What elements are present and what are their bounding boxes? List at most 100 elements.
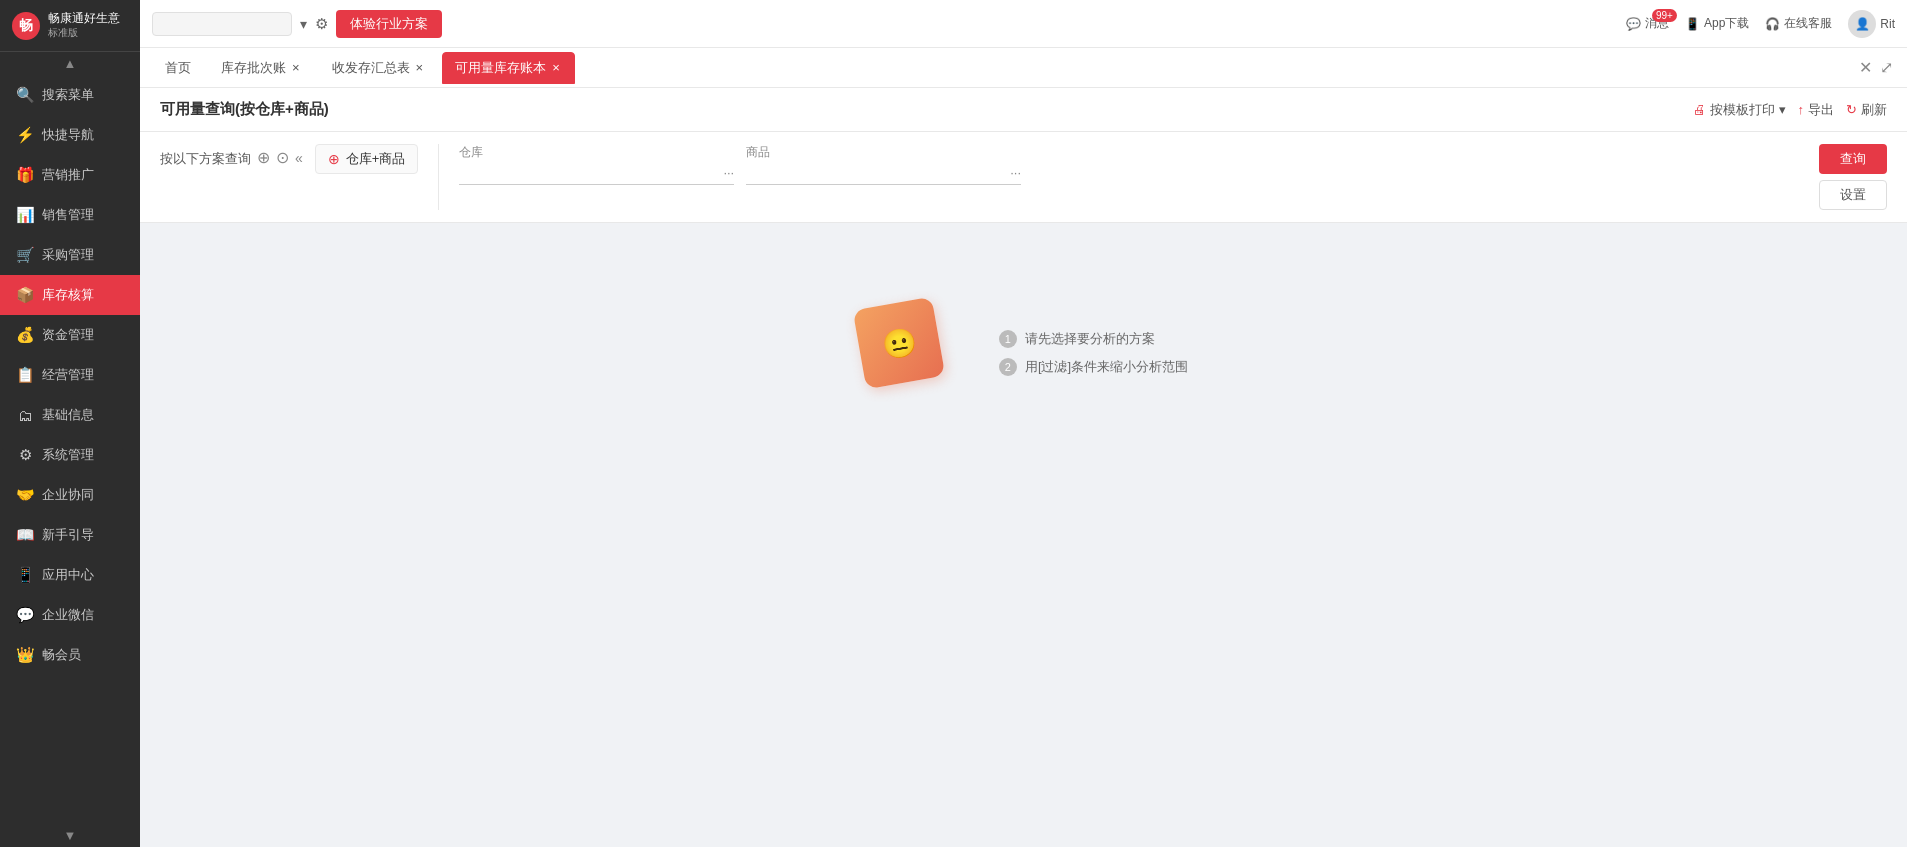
warehouse-field: 仓库 ··· [459, 144, 734, 185]
search-dropdown-button[interactable]: ▾ [300, 16, 307, 32]
print-button[interactable]: 🖨 按模板打印 ▾ [1693, 101, 1786, 119]
filter-settings-btn[interactable]: 设置 [1819, 180, 1887, 210]
tab-batch[interactable]: 库存批次账 × [208, 52, 315, 84]
filter-settings-button[interactable]: ⊙ [276, 148, 289, 167]
sidebar-item-basics[interactable]: 🗂 基础信息 [0, 395, 140, 435]
operations-icon: 📋 [16, 366, 34, 384]
finance-icon: 💰 [16, 326, 34, 344]
tab-summary-close-button[interactable]: × [414, 60, 426, 75]
export-icon: ↑ [1798, 102, 1805, 117]
tab-batch-close-button[interactable]: × [290, 60, 302, 75]
hint-item-2: 2 用[过滤]条件来缩小分析范围 [999, 358, 1188, 376]
add-filter-button[interactable]: ⊕ [257, 148, 270, 167]
username-label: Rit [1880, 17, 1895, 31]
filter-actions: ⊕ ⊙ « [257, 144, 303, 167]
sidebar-logo: 畅 畅康通好生意 标准版 [0, 0, 140, 52]
sidebar-item-vip[interactable]: 👑 畅会员 [0, 635, 140, 675]
collapse-filter-button[interactable]: « [295, 148, 303, 167]
scroll-up-arrow[interactable]: ▲ [0, 52, 140, 75]
product-more-button[interactable]: ··· [1010, 165, 1021, 180]
system-icon: ⚙ [16, 446, 34, 464]
online-service-item[interactable]: 🎧 在线客服 [1765, 15, 1832, 32]
avatar: 👤 [1848, 10, 1876, 38]
sidebar-item-label: 基础信息 [42, 406, 94, 424]
scroll-down-arrow[interactable]: ▼ [0, 824, 140, 847]
refresh-label: 刷新 [1861, 101, 1887, 119]
search-input[interactable] [152, 12, 292, 36]
hint-num-2: 2 [999, 358, 1017, 376]
warehouse-field-label: 仓库 [459, 144, 734, 161]
warehouse-input-wrapper: ··· [459, 165, 734, 185]
export-label: 导出 [1808, 101, 1834, 119]
sidebar-item-enterprise[interactable]: 🤝 企业协同 [0, 475, 140, 515]
sidebar-item-finance[interactable]: 💰 资金管理 [0, 315, 140, 355]
tab-home[interactable]: 首页 [152, 52, 204, 84]
message-badge: 99+ [1652, 9, 1677, 22]
export-button[interactable]: ↑ 导出 [1798, 101, 1835, 119]
sidebar-item-label: 经营管理 [42, 366, 94, 384]
expand-button[interactable]: ⤢ [1878, 58, 1895, 77]
user-account-item[interactable]: 👤 Rit [1848, 10, 1895, 38]
hint-item-1: 1 请先选择要分析的方案 [999, 330, 1188, 348]
app-download-item[interactable]: 📱 App下载 [1685, 15, 1749, 32]
sidebar-item-wechat[interactable]: 💬 企业微信 [0, 595, 140, 635]
product-field: 商品 ··· [746, 144, 1021, 185]
sidebar-item-label: 系统管理 [42, 446, 94, 464]
shortcut-icon: ⚡ [16, 126, 34, 144]
sidebar-item-shortcut[interactable]: ⚡ 快捷导航 [0, 115, 140, 155]
tab-available[interactable]: 可用量库存账本 × [442, 52, 575, 84]
query-button[interactable]: 查询 [1819, 144, 1887, 174]
sidebar-item-operations[interactable]: 📋 经营管理 [0, 355, 140, 395]
tab-available-close-button[interactable]: × [550, 60, 562, 75]
hint-num-1: 1 [999, 330, 1017, 348]
sidebar-nav: 🔍 搜索菜单 ⚡ 快捷导航 🎁 营销推广 📊 销售管理 🛒 采购管理 📦 库存核… [0, 75, 140, 824]
topbar-right: 💬 消息 99+ 📱 App下载 🎧 在线客服 👤 Rit [1626, 10, 1895, 38]
sidebar-item-label: 资金管理 [42, 326, 94, 344]
settings-gear-button[interactable]: ⚙ [315, 15, 328, 33]
close-tab-button[interactable]: ✕ [1857, 58, 1874, 77]
product-input[interactable] [746, 165, 1006, 180]
sidebar-item-label: 快捷导航 [42, 126, 94, 144]
print-label: 按模板打印 [1710, 101, 1775, 119]
main-area: ▾ ⚙ 体验行业方案 💬 消息 99+ 📱 App下载 🎧 在线客服 👤 Rit [140, 0, 1907, 847]
basics-icon: 🗂 [16, 406, 34, 424]
content-area: 可用量查询(按仓库+商品) 🖨 按模板打印 ▾ ↑ 导出 ↻ 刷新 [140, 88, 1907, 847]
empty-state-inner: 😐 1 请先选择要分析的方案 2 用[过滤]条件来缩小分析范围 [859, 303, 1188, 403]
sidebar-item-label: 搜索菜单 [42, 86, 94, 104]
message-icon-item[interactable]: 💬 消息 99+ [1626, 15, 1669, 32]
logo-sub: 标准版 [48, 26, 120, 40]
gift-icon: 🎁 [16, 166, 34, 184]
tab-home-label: 首页 [165, 59, 191, 77]
warehouse-more-button[interactable]: ··· [723, 165, 734, 180]
tab-summary[interactable]: 收发存汇总表 × [319, 52, 439, 84]
sidebar-item-search[interactable]: 🔍 搜索菜单 [0, 75, 140, 115]
wechat-icon: 💬 [16, 606, 34, 624]
search-icon: 🔍 [16, 86, 34, 104]
sidebar-item-label: 企业协同 [42, 486, 94, 504]
query-fields: 仓库 ··· 商品 ··· [459, 144, 1807, 185]
scheme-item-warehouse-product[interactable]: ⊕ 仓库+商品 [315, 144, 419, 174]
sidebar-item-label: 采购管理 [42, 246, 94, 264]
refresh-button[interactable]: ↻ 刷新 [1846, 101, 1887, 119]
sidebar-item-sales[interactable]: 📊 销售管理 [0, 195, 140, 235]
sidebar-item-appcenter[interactable]: 📱 应用中心 [0, 555, 140, 595]
trial-button[interactable]: 体验行业方案 [336, 10, 442, 38]
warehouse-input[interactable] [459, 165, 719, 180]
filter-panel: 按以下方案查询 ⊕ ⊙ « ⊕ 仓库+商品 仓库 [140, 132, 1907, 223]
sidebar-item-inventory[interactable]: 📦 库存核算 [0, 275, 140, 315]
filter-divider [438, 144, 439, 210]
sidebar-item-system[interactable]: ⚙ 系统管理 [0, 435, 140, 475]
sidebar-item-label: 营销推广 [42, 166, 94, 184]
sidebar-item-newbie[interactable]: 📖 新手引导 [0, 515, 140, 555]
filter-label: 按以下方案查询 [160, 144, 251, 168]
logo-name: 畅康通好生意 [48, 11, 120, 27]
appcenter-icon: 📱 [16, 566, 34, 584]
refresh-icon: ↻ [1846, 102, 1857, 117]
sidebar-item-purchase[interactable]: 🛒 采购管理 [0, 235, 140, 275]
scheme-list: ⊕ 仓库+商品 [315, 144, 419, 174]
query-action-buttons: 查询 设置 [1819, 144, 1887, 210]
sidebar-item-marketing[interactable]: 🎁 营销推广 [0, 155, 140, 195]
sidebar-item-label: 应用中心 [42, 566, 94, 584]
logo-icon: 畅 [12, 12, 40, 40]
tabs-bar: 首页 库存批次账 × 收发存汇总表 × 可用量库存账本 × ✕ ⤢ [140, 48, 1907, 88]
